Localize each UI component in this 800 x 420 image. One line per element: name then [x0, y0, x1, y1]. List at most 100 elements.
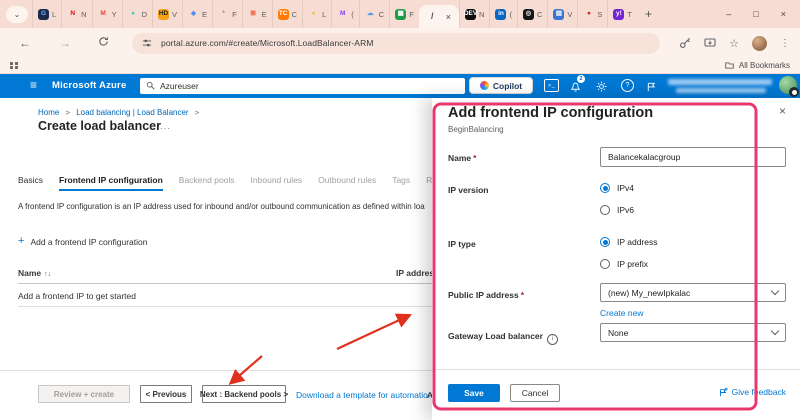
- tab-title: L: [322, 9, 327, 19]
- public-ip-label: Public IP address *: [448, 290, 525, 300]
- page-title-ellipsis-icon[interactable]: ···: [160, 124, 171, 133]
- add-frontend-ip-link[interactable]: + Add a frontend IP configuration: [18, 236, 147, 247]
- panel-title: Add frontend IP configuration: [448, 105, 654, 121]
- github-badge-icon: [789, 87, 799, 97]
- tab-close-icon[interactable]: ×: [446, 12, 451, 22]
- browser-tab[interactable]: in(: [489, 0, 517, 28]
- download-template-link[interactable]: Download a template for automation: [296, 390, 433, 400]
- tab-title: T: [627, 9, 633, 19]
- radio-ipv4-label: IPv4: [617, 183, 635, 193]
- forward-icon[interactable]: →: [58, 36, 72, 50]
- browser-tab[interactable]: y! T: [607, 0, 637, 28]
- cancel-button[interactable]: Cancel: [510, 384, 560, 402]
- address-bar[interactable]: portal.azure.com/#create/Microsoft.LoadB…: [132, 32, 660, 54]
- browser-tab[interactable]: TC C: [271, 0, 302, 28]
- breadcrumb-home-link[interactable]: Home: [38, 108, 59, 117]
- next-backend-pools-button[interactable]: Next : Backend pools >: [200, 385, 288, 403]
- close-window-button[interactable]: ×: [781, 9, 786, 19]
- browser-tab[interactable]: HD V: [152, 0, 182, 28]
- browser-tab-active[interactable]: / ×: [418, 5, 460, 28]
- help-icon[interactable]: ?: [621, 79, 634, 92]
- tab-backend-pools[interactable]: Backend pools: [179, 175, 235, 191]
- chevron-down-icon: [770, 326, 780, 336]
- browser-tab[interactable]: ◆ E: [182, 0, 212, 28]
- tab-favicon: /: [431, 11, 434, 21]
- previous-button[interactable]: < Previous: [140, 385, 192, 403]
- bookmark-star-icon[interactable]: ☆: [729, 37, 739, 50]
- tab-title: C: [536, 9, 543, 19]
- review-create-button[interactable]: Review + create: [38, 385, 130, 403]
- tab-tags[interactable]: Tags: [392, 175, 410, 191]
- public-ip-dropdown[interactable]: (new) My_newIpkalac: [600, 283, 786, 302]
- azure-search-input[interactable]: Azureuser: [140, 77, 465, 94]
- radio-ipv4[interactable]: IPv4: [600, 183, 634, 193]
- radio-ipv6[interactable]: IPv6: [600, 205, 634, 215]
- browser-tab[interactable]: * F: [212, 0, 242, 28]
- close-icon[interactable]: ×: [779, 104, 786, 118]
- tab-title: (: [351, 9, 354, 19]
- table-header-name[interactable]: Name ↑↓: [18, 268, 51, 278]
- browser-tab[interactable]: ● D: [121, 0, 152, 28]
- browser-tab[interactable]: MY: [91, 0, 122, 28]
- back-icon[interactable]: ←: [18, 36, 32, 50]
- copilot-button[interactable]: Copilot: [469, 77, 533, 94]
- table-header-divider: [18, 283, 438, 284]
- gateway-lb-label: Gateway Load balancer i: [448, 331, 558, 345]
- tab-favicon: M: [100, 9, 106, 17]
- breadcrumb-section-link[interactable]: Load balancing | Load Balancer: [76, 108, 188, 117]
- tab-frontend-ip-configuration[interactable]: Frontend IP configuration: [59, 175, 163, 191]
- browser-tab[interactable]: ⊞ E: [241, 0, 272, 28]
- install-icon[interactable]: [704, 37, 716, 49]
- save-button[interactable]: Save: [448, 384, 500, 402]
- tab-inbound-rules[interactable]: Inbound rules: [251, 175, 303, 191]
- tab-title: Y: [111, 9, 117, 19]
- name-input[interactable]: Balancekalacgroup: [600, 147, 786, 167]
- reload-icon[interactable]: [96, 36, 110, 50]
- browser-tab[interactable]: ▦ F: [389, 0, 419, 28]
- browser-tab[interactable]: GL: [32, 0, 61, 28]
- browser-menu-kebab-icon[interactable]: ⋮: [780, 38, 790, 49]
- all-bookmarks-button[interactable]: All Bookmarks: [725, 61, 790, 70]
- browser-tab[interactable]: NN: [61, 0, 91, 28]
- radio-unselected-icon: [600, 205, 610, 215]
- folder-icon: [725, 62, 734, 69]
- tab-favicon: ◆: [191, 9, 197, 17]
- browser-tab[interactable]: ● S: [577, 0, 607, 28]
- browser-profile-avatar[interactable]: [752, 35, 767, 51]
- radio-ip-prefix[interactable]: IP prefix: [600, 259, 648, 269]
- browser-tab[interactable]: ☁ C: [358, 0, 389, 28]
- create-new-link[interactable]: Create new: [600, 308, 643, 318]
- apps-grid-icon[interactable]: [10, 61, 18, 70]
- table-row-divider: [18, 306, 438, 307]
- feedback-icon[interactable]: [646, 79, 657, 97]
- radio-ip-address[interactable]: IP address: [600, 237, 657, 247]
- tab-basics[interactable]: Basics: [18, 175, 43, 191]
- cloud-shell-icon[interactable]: >_: [544, 79, 559, 92]
- browser-tab[interactable]: M(: [331, 0, 359, 28]
- give-feedback-link[interactable]: Give feedback: [718, 387, 786, 397]
- info-icon[interactable]: i: [546, 333, 558, 345]
- key-icon[interactable]: [679, 37, 691, 49]
- copilot-icon: [479, 81, 489, 90]
- tab-favicon: y!: [613, 8, 625, 20]
- tab-favicon: ☁: [367, 9, 374, 17]
- all-bookmarks-label: All Bookmarks: [738, 61, 790, 70]
- annotation-arrow-next-button: [228, 355, 263, 385]
- ip-version-label: IP version: [448, 185, 489, 195]
- gear-icon[interactable]: [596, 79, 607, 97]
- radio-ip-address-label: IP address: [617, 237, 658, 247]
- gateway-lb-dropdown[interactable]: None: [600, 323, 786, 342]
- tab-outbound-rules[interactable]: Outbound rules: [318, 175, 376, 191]
- browser-tab[interactable]: ◎ C: [516, 0, 547, 28]
- site-info-icon[interactable]: [142, 38, 152, 48]
- hamburger-icon[interactable]: ≡: [30, 78, 37, 92]
- browser-tab[interactable]: ● L: [302, 0, 331, 28]
- browser-tab[interactable]: ▤ V: [547, 0, 577, 28]
- browser-tab[interactable]: DEV N: [459, 0, 489, 28]
- azure-brand[interactable]: Microsoft Azure: [52, 80, 126, 91]
- minimize-button[interactable]: –: [726, 9, 731, 19]
- tab-search-chevron-icon[interactable]: ⌄: [6, 5, 28, 23]
- maximize-button[interactable]: □: [753, 9, 758, 19]
- new-tab-button[interactable]: +: [637, 7, 660, 21]
- bookmarks-bar: All Bookmarks: [0, 58, 800, 74]
